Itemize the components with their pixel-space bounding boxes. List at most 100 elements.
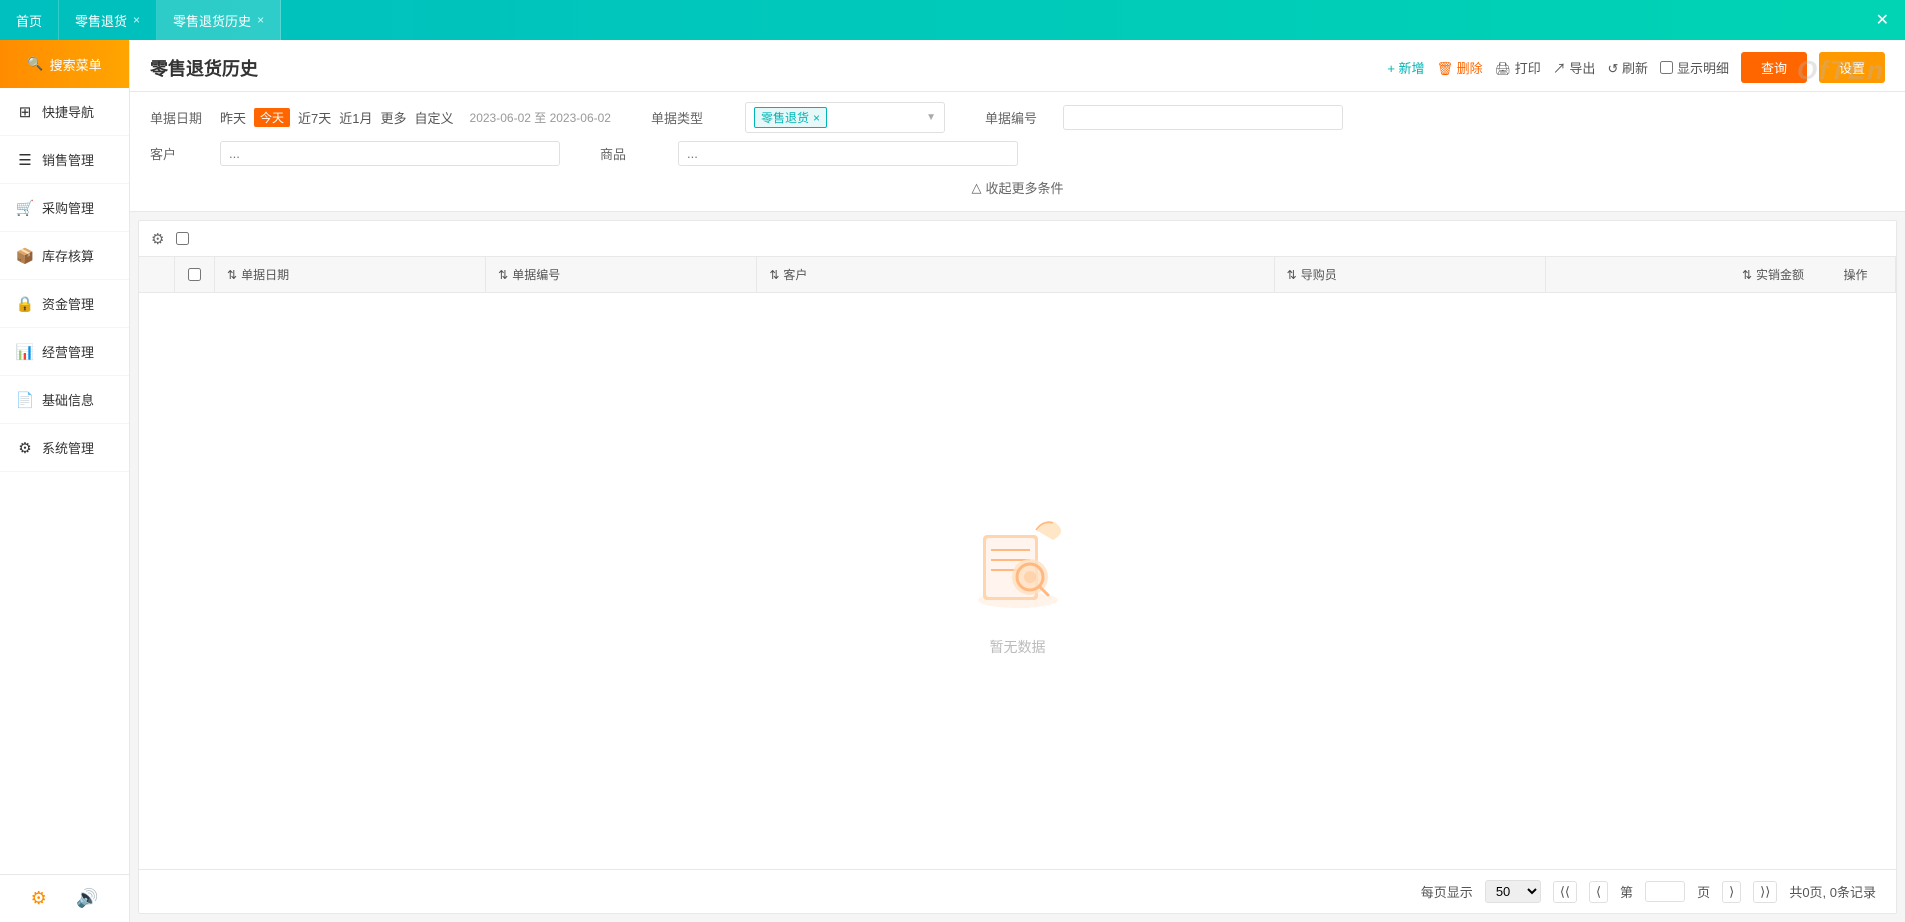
tab-retail-return-history-close[interactable]: × — [257, 13, 264, 27]
goods-label: 商品 — [600, 144, 670, 163]
th-customer-label: 客户 — [783, 266, 807, 283]
pagination: 每页显示 50 10 20 100 ⟨⟨ ⟨ 第 1 页 ⟩ ⟩⟩ 共0页, 0… — [139, 869, 1896, 913]
setting-button[interactable]: 设置 — [1819, 52, 1885, 83]
week-btn[interactable]: 近7天 — [298, 108, 331, 127]
table-header: ⇅ 单据日期 ⇅ 单据编号 ⇅ 客户 ⇅ 导购员 ⇅ 实销金额 — [139, 257, 1896, 293]
th-action-label: 操作 — [1844, 266, 1868, 283]
sidebar-item-purchase-label: 采购管理 — [42, 198, 94, 217]
sort-icon-customer: ⇅ — [769, 268, 779, 282]
inventory-icon: 📦 — [16, 247, 34, 265]
settings-icon[interactable]: ⚙ — [31, 888, 47, 909]
first-page-btn[interactable]: ⟨⟨ — [1553, 881, 1577, 903]
total-text: 共0页, 0条记录 — [1789, 882, 1876, 901]
sort-icon-date: ⇅ — [227, 268, 237, 282]
export-button[interactable]: ↗ 导出 — [1553, 58, 1596, 77]
select-all-checkbox[interactable] — [176, 232, 189, 245]
search-icon: 🔍 — [27, 56, 43, 72]
last-page-btn[interactable]: ⟩⟩ — [1753, 881, 1777, 903]
main-layout: 🔍 搜索菜单 ⊞ 快捷导航 ☰ 销售管理 🛒 采购管理 📦 库存核算 🔒 — [0, 40, 1905, 922]
sidebar-item-basic-info[interactable]: 📄 基础信息 — [0, 376, 129, 424]
header-checkbox[interactable] — [188, 268, 201, 281]
tab-home-label: 首页 — [16, 11, 42, 30]
th-date-label: 单据日期 — [241, 266, 289, 283]
basic-info-icon: 📄 — [16, 391, 34, 409]
month-btn[interactable]: 近1月 — [339, 108, 372, 127]
type-select[interactable]: 零售退货 × ▼ — [745, 102, 945, 133]
show-detail-label: 显示明细 — [1677, 58, 1729, 77]
topbar-close-btn[interactable]: ✕ — [1860, 10, 1905, 30]
delete-button[interactable]: 🗑 删除 — [1437, 58, 1483, 77]
sidebar-item-basic-info-label: 基础信息 — [42, 390, 94, 409]
finance-icon: 🔒 — [16, 295, 34, 313]
type-tag-text: 零售退货 — [761, 109, 809, 126]
tab-retail-return-close[interactable]: × — [133, 13, 140, 27]
sidebar-item-sales[interactable]: ☰ 销售管理 — [0, 136, 129, 184]
th-date[interactable]: ⇅ 单据日期 — [215, 257, 486, 292]
type-tag-close[interactable]: × — [813, 111, 820, 125]
table-toolbar: ⚙ — [139, 221, 1896, 257]
page-suffix: 页 — [1697, 882, 1710, 901]
yesterday-btn[interactable]: 昨天 — [220, 108, 246, 127]
collapse-icon: △ — [971, 180, 981, 196]
more-btn[interactable]: 更多 — [381, 108, 407, 127]
sidebar-item-sales-label: 销售管理 — [42, 150, 94, 169]
sidebar-item-purchase[interactable]: 🛒 采购管理 — [0, 184, 129, 232]
collapse-label: 收起更多条件 — [985, 178, 1063, 197]
top-bar-tabs: 首页 零售退货 × 零售退货历史 × — [0, 0, 1860, 40]
sidebar-item-operations-label: 经营管理 — [42, 342, 94, 361]
sort-icon-guide: ⇅ — [1287, 268, 1297, 282]
billno-label: 单据编号 — [985, 108, 1055, 127]
show-detail-checkbox[interactable]: 显示明细 — [1660, 58, 1729, 77]
th-action: 操作 — [1816, 257, 1896, 292]
th-amount[interactable]: ⇅ 实销金额 — [1546, 257, 1816, 292]
th-guide-label: 导购员 — [1301, 266, 1337, 283]
next-page-btn[interactable]: ⟩ — [1722, 881, 1741, 903]
page-label: 第 — [1620, 882, 1633, 901]
audio-icon[interactable]: 🔊 — [76, 888, 98, 909]
print-button[interactable]: 🖨 打印 — [1495, 58, 1541, 77]
table-settings-icon[interactable]: ⚙ — [151, 230, 164, 248]
date-label: 单据日期 — [150, 108, 220, 127]
sidebar-search[interactable]: 🔍 搜索菜单 — [0, 40, 129, 88]
billno-input[interactable] — [1063, 105, 1343, 130]
filter-row-date: 单据日期 昨天 今天 近7天 近1月 更多 自定义 2023-06-02 至 2… — [150, 102, 1885, 133]
quick-nav-icon: ⊞ — [16, 103, 34, 121]
date-range-display: 2023-06-02 至 2023-06-02 — [470, 109, 611, 126]
collapse-btn[interactable]: △ 收起更多条件 — [150, 174, 1885, 201]
th-amount-label: 实销金额 — [1756, 266, 1804, 283]
th-billno[interactable]: ⇅ 单据编号 — [486, 257, 757, 292]
tab-retail-return-history-label: 零售退货历史 — [173, 11, 251, 30]
sidebar-item-operations[interactable]: 📊 经营管理 — [0, 328, 129, 376]
tab-home[interactable]: 首页 — [0, 0, 59, 40]
sidebar-search-label: 搜索菜单 — [50, 55, 102, 74]
sidebar-item-finance[interactable]: 🔒 资金管理 — [0, 280, 129, 328]
sidebar-menu: ⊞ 快捷导航 ☰ 销售管理 🛒 采购管理 📦 库存核算 🔒 资金管理 📊 经 — [0, 88, 129, 874]
customer-input[interactable] — [220, 141, 560, 166]
page-size-select[interactable]: 50 10 20 100 — [1485, 880, 1541, 903]
tab-retail-return-history[interactable]: 零售退货历史 × — [157, 0, 281, 40]
refresh-button[interactable]: ↺ 刷新 — [1607, 58, 1648, 77]
prev-page-btn[interactable]: ⟨ — [1589, 881, 1608, 903]
today-btn[interactable]: 今天 — [254, 108, 290, 127]
type-select-arrow: ▼ — [926, 112, 936, 123]
sidebar-item-system[interactable]: ⚙ 系统管理 — [0, 424, 129, 472]
sales-icon: ☰ — [16, 151, 34, 169]
page-title: 零售退货历史 — [150, 55, 258, 81]
th-settings — [139, 257, 175, 292]
custom-btn[interactable]: 自定义 — [415, 108, 454, 127]
table-wrapper: ⚙ ⇅ 单据日期 ⇅ 单据编号 ⇅ 客户 — [138, 220, 1897, 914]
tab-retail-return[interactable]: 零售退货 × — [59, 0, 157, 40]
sidebar-item-quick-nav[interactable]: ⊞ 快捷导航 — [0, 88, 129, 136]
show-detail-input[interactable] — [1660, 61, 1673, 74]
query-button[interactable]: 查询 — [1741, 52, 1807, 83]
filter-row-second: 客户 商品 — [150, 141, 1885, 166]
new-button[interactable]: + 新增 — [1387, 58, 1424, 77]
type-tag: 零售退货 × — [754, 107, 827, 128]
page-input[interactable]: 1 — [1645, 881, 1685, 902]
goods-input[interactable] — [678, 141, 1018, 166]
sidebar-item-inventory[interactable]: 📦 库存核算 — [0, 232, 129, 280]
th-guide[interactable]: ⇅ 导购员 — [1275, 257, 1546, 292]
th-customer[interactable]: ⇅ 客户 — [757, 257, 1274, 292]
content-area: 零售退货历史 + 新增 🗑 删除 🖨 打印 ↗ 导出 ↺ 刷新 显示明细 查询 … — [130, 40, 1905, 922]
purchase-icon: 🛒 — [16, 199, 34, 217]
